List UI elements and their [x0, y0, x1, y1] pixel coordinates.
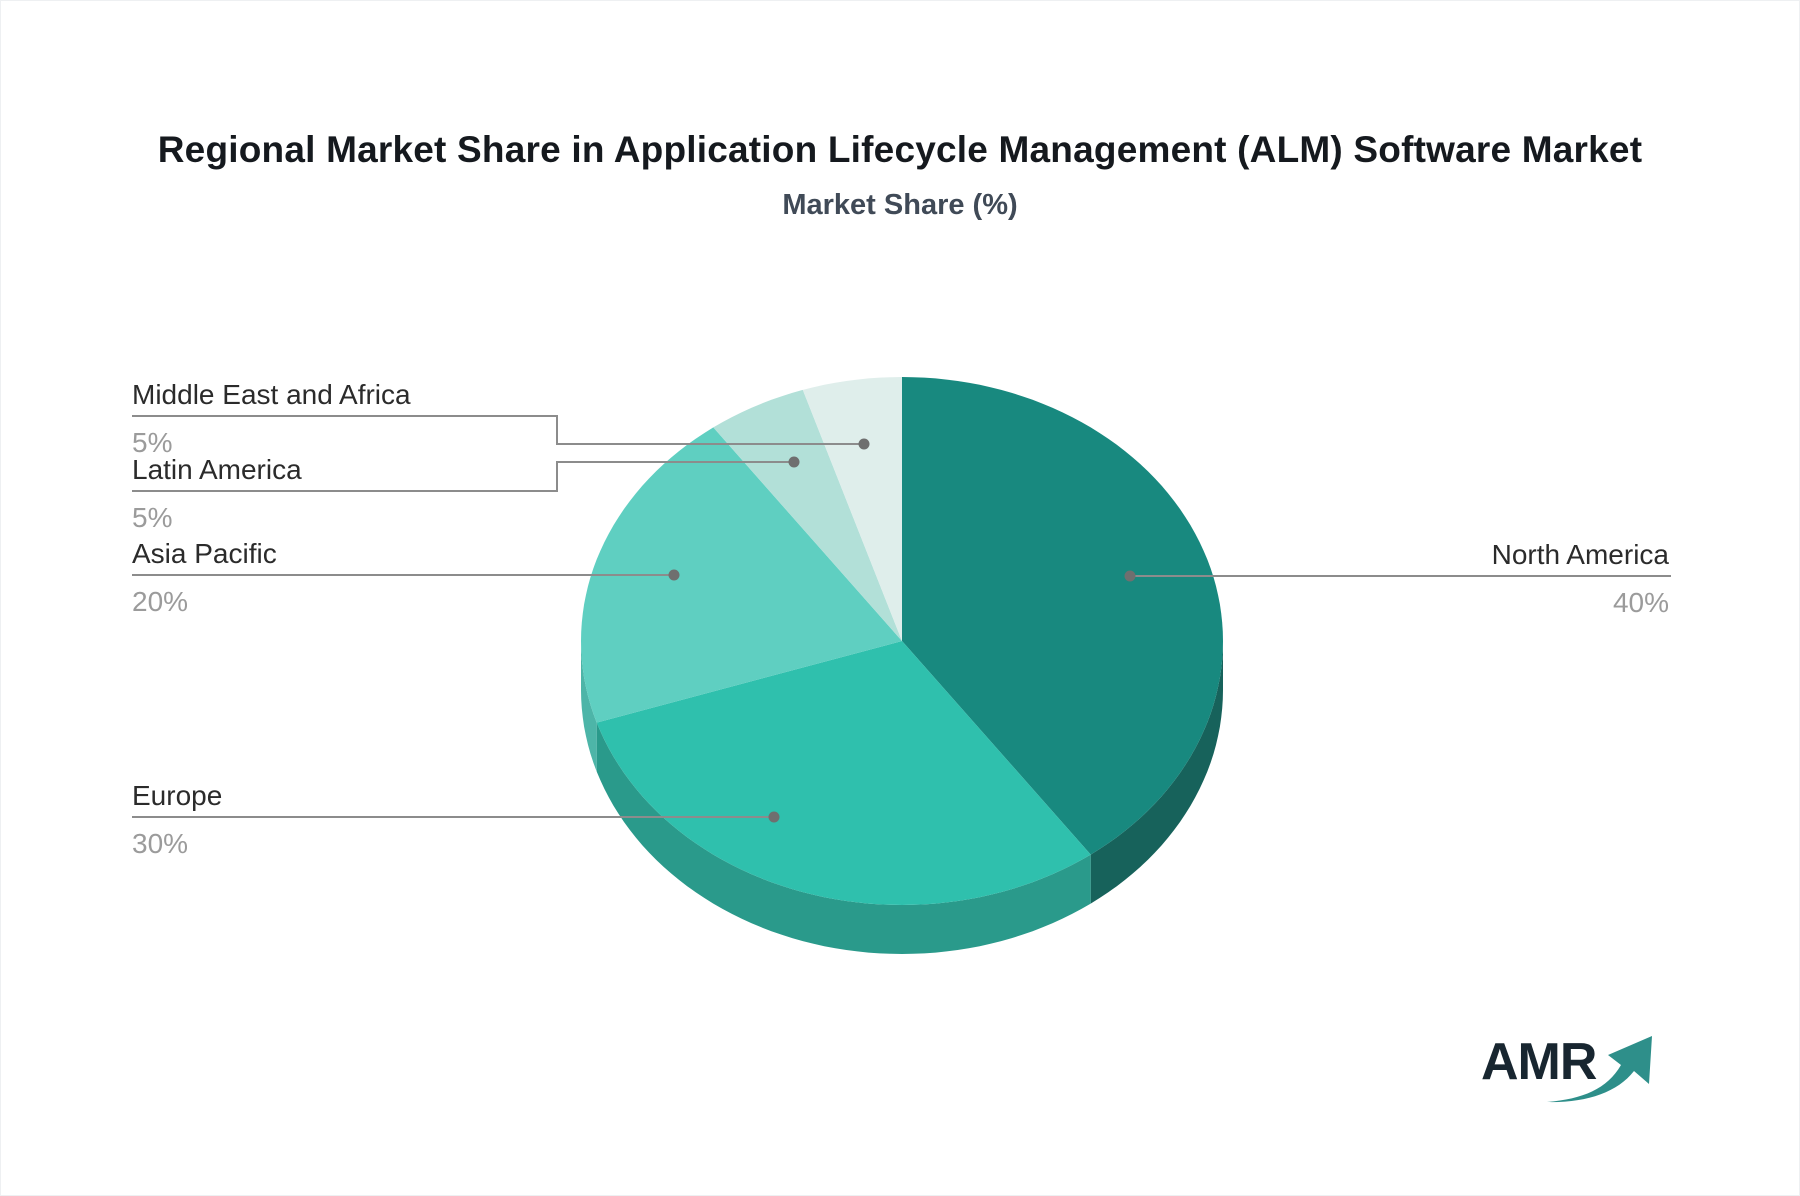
- slice-label-middle-east-and-africa: Middle East and Africa: [132, 379, 411, 410]
- callout-dot-asia-pacific: [668, 569, 680, 581]
- callout-dot-middle-east-and-africa: [858, 438, 870, 450]
- slice-label-latin-america: Latin America: [132, 454, 302, 485]
- amr-logo: AMR: [1481, 1035, 1681, 1115]
- callout-dot-latin-america: [788, 456, 800, 468]
- chart-canvas: Regional Market Share in Application Lif…: [0, 0, 1800, 1196]
- slice-label-europe: Europe: [132, 780, 223, 811]
- slice-label-asia-pacific: Asia Pacific: [132, 538, 277, 569]
- slice-value-asia-pacific: 20%: [132, 586, 189, 617]
- slice-label-north-america: North America: [1491, 539, 1669, 570]
- callout-dot-north-america: [1124, 570, 1136, 582]
- slice-value-north-america: 40%: [1612, 587, 1669, 618]
- pie-slices: [581, 377, 1223, 905]
- amr-logo-text: AMR: [1481, 1033, 1597, 1091]
- slice-value-latin-america: 5%: [132, 502, 173, 533]
- callout-dot-europe: [768, 811, 780, 823]
- slice-value-europe: 30%: [132, 828, 189, 859]
- pie-chart: [132, 377, 1671, 1103]
